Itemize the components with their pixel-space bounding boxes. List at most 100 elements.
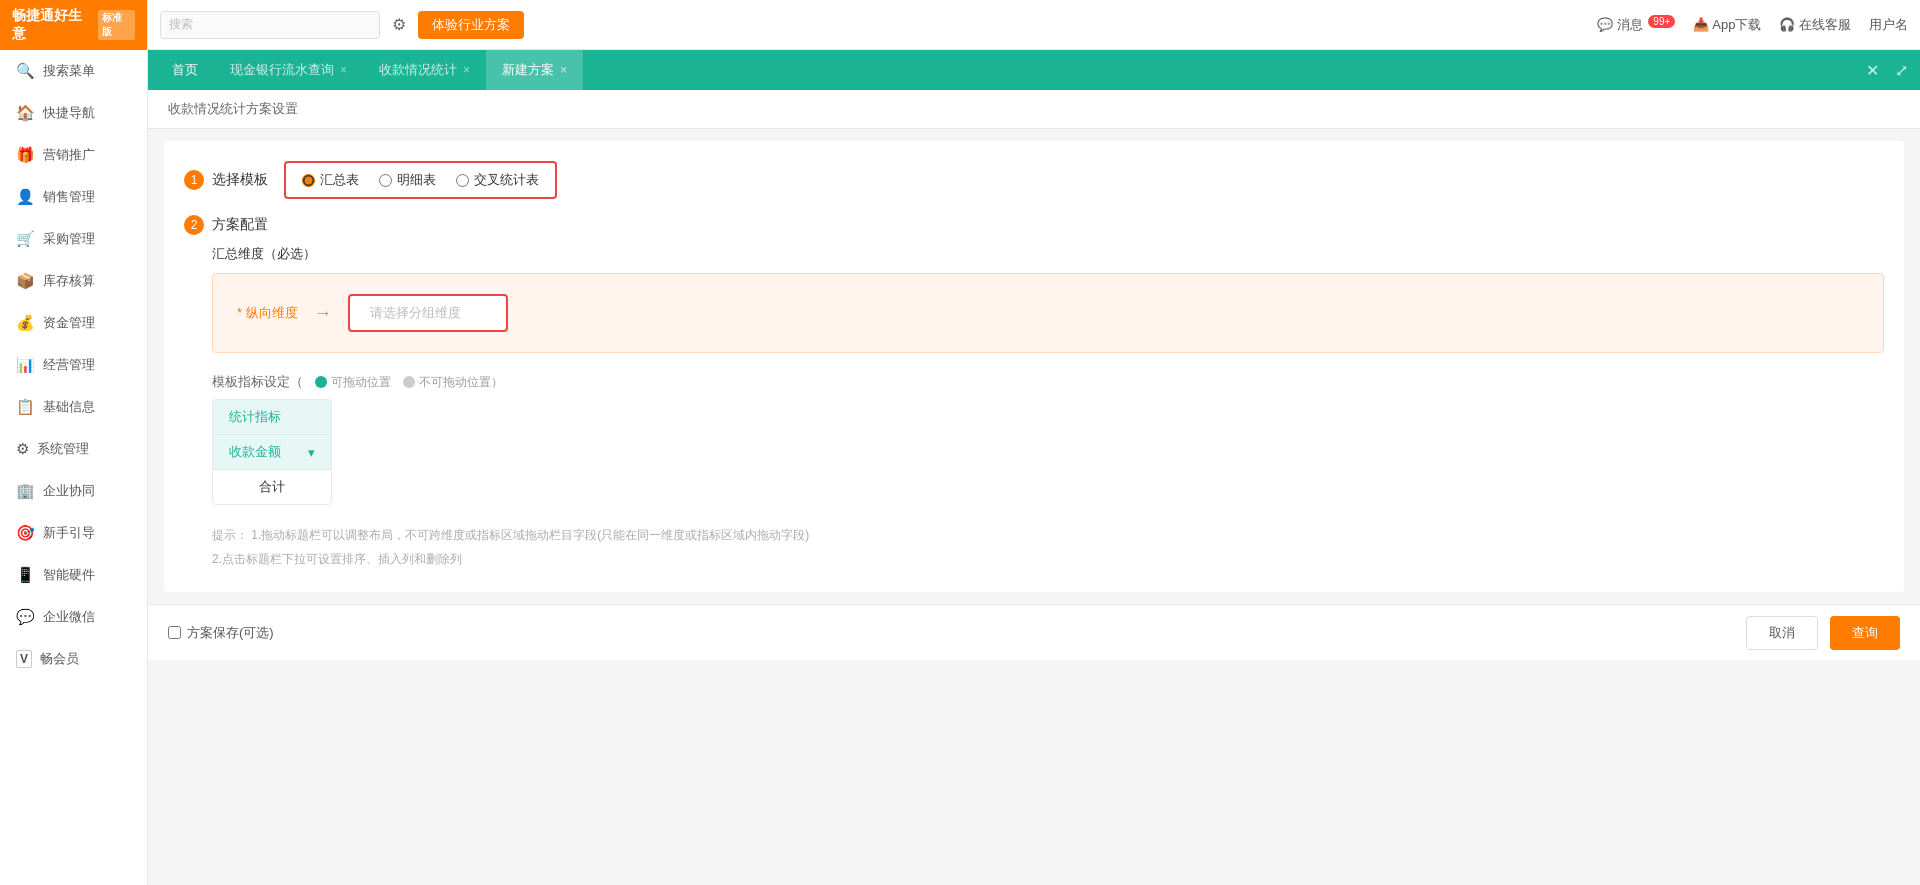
tab-new-plan-close[interactable]: ×	[560, 63, 567, 77]
sidebar: 畅捷通好生意 标准版 🔍 搜索菜单 🏠 快捷导航 🎁 营销推广 👤 销售管理 🛒…	[0, 0, 148, 885]
sidebar-item-label: 企业协同	[43, 482, 95, 500]
metrics-metric-name[interactable]: 收款金额 ▾	[213, 435, 331, 470]
stats-label: 统计指标	[229, 408, 281, 426]
money-icon: 💰	[16, 314, 35, 332]
step1-row: 1 选择模板 汇总表 明细表 交叉统计表	[184, 161, 1884, 199]
dropdown-icon: ▾	[308, 445, 315, 460]
tip-2: 2.点击标题栏下拉可设置排序、插入列和删除列	[212, 549, 1884, 571]
clipboard-icon: 📋	[16, 398, 35, 416]
tab-bank-flow[interactable]: 现金银行流水查询 ×	[214, 50, 363, 90]
content-area: 收款情况统计方案设置 1 选择模板 汇总表 明细表	[148, 90, 1920, 885]
step1-label: 选择模板	[212, 171, 268, 189]
radio-summary[interactable]: 汇总表	[302, 171, 359, 189]
sidebar-item-operation[interactable]: 📊 经营管理	[0, 344, 147, 386]
radio-detail[interactable]: 明细表	[379, 171, 436, 189]
query-button[interactable]: 查询	[1830, 616, 1900, 650]
topbar: 搜索 ⚙ 体验行业方案 💬 消息 99+ 📥 App下载 🎧 在线客服 用户名	[148, 0, 1920, 50]
dimension-select[interactable]: 请选择分组维度	[348, 294, 508, 332]
sidebar-item-label: 采购管理	[43, 230, 95, 248]
app-logo: 畅捷通好生意 标准版	[0, 0, 147, 50]
service-label: 在线客服	[1799, 17, 1851, 32]
fixed-dot	[403, 376, 415, 388]
app-download-area[interactable]: 📥 App下载	[1693, 16, 1761, 34]
tabbar-actions: ✕ ⤢	[1862, 57, 1912, 84]
tip-1: 提示： 1.拖动标题栏可以调整布局，不可跨维度或指标区域拖动栏目字段(只能在同一…	[212, 525, 1884, 547]
home-icon: 🏠	[16, 104, 35, 122]
service-icon: 🎧	[1779, 17, 1795, 32]
main-area: 搜索 ⚙ 体验行业方案 💬 消息 99+ 📥 App下载 🎧 在线客服 用户名	[148, 0, 1920, 885]
sidebar-item-sales[interactable]: 👤 销售管理	[0, 176, 147, 218]
cancel-button[interactable]: 取消	[1746, 616, 1818, 650]
step2-badge: 2	[184, 215, 204, 235]
sidebar-item-label: 企业微信	[43, 608, 95, 626]
sidebar-item-member[interactable]: V 畅会员	[0, 638, 147, 680]
search-input-area[interactable]: 搜索	[160, 11, 380, 39]
sidebar-item-quick-nav[interactable]: 🏠 快捷导航	[0, 92, 147, 134]
download-label: App下载	[1712, 17, 1761, 32]
metric-name: 收款金额	[229, 443, 281, 461]
sidebar-item-basic-info[interactable]: 📋 基础信息	[0, 386, 147, 428]
settings-icon[interactable]: ⚙	[392, 15, 406, 34]
sidebar-item-enterprise[interactable]: 🏢 企业协同	[0, 470, 147, 512]
industry-button[interactable]: 体验行业方案	[418, 11, 524, 39]
metrics-total: 合计	[213, 470, 331, 504]
metrics-label-text: 模板指标设定（	[212, 373, 303, 391]
notification-area[interactable]: 💬 消息 99+	[1597, 16, 1675, 34]
close-window-icon[interactable]: ✕	[1862, 57, 1883, 84]
search-icon: 🔍	[16, 62, 35, 80]
sidebar-item-guide[interactable]: 🎯 新手引导	[0, 512, 147, 554]
sidebar-item-label: 快捷导航	[43, 104, 95, 122]
message-icon: 💬	[1597, 17, 1613, 32]
tab-receivables-label: 收款情况统计	[379, 61, 457, 79]
app-badge: 标准版	[98, 10, 135, 40]
sidebar-item-label: 基础信息	[43, 398, 95, 416]
fixed-label: 不可拖动位置）	[419, 374, 503, 391]
sidebar-item-marketing[interactable]: 🎁 营销推广	[0, 134, 147, 176]
tab-receivables-close[interactable]: ×	[463, 63, 470, 77]
download-icon: 📥	[1693, 17, 1709, 32]
radio-detail-label: 明细表	[397, 171, 436, 189]
sidebar-item-purchase[interactable]: 🛒 采购管理	[0, 218, 147, 260]
chat-icon: 💬	[16, 608, 35, 626]
fixed-indicator: 不可拖动位置）	[403, 374, 503, 391]
user-name: 用户名	[1869, 17, 1908, 32]
sidebar-item-label: 资金管理	[43, 314, 95, 332]
notification-label: 消息	[1617, 17, 1643, 32]
tab-home[interactable]: 首页	[156, 50, 214, 90]
maximize-icon[interactable]: ⤢	[1891, 57, 1912, 84]
save-checkbox[interactable]	[168, 626, 181, 639]
sidebar-item-wechat[interactable]: 💬 企业微信	[0, 596, 147, 638]
tab-home-label: 首页	[172, 61, 198, 79]
sidebar-item-label: 营销推广	[43, 146, 95, 164]
settings-card: 1 选择模板 汇总表 明细表 交叉统计表	[164, 141, 1904, 592]
tabbar: 首页 现金银行流水查询 × 收款情况统计 × 新建方案 × ✕ ⤢	[148, 50, 1920, 90]
bottombar: 方案保存(可选) 取消 查询	[148, 604, 1920, 660]
online-service-area[interactable]: 🎧 在线客服	[1779, 16, 1851, 34]
tab-receivables[interactable]: 收款情况统计 ×	[363, 50, 486, 90]
user-icon: 👤	[16, 188, 35, 206]
sidebar-item-hardware[interactable]: 📱 智能硬件	[0, 554, 147, 596]
tab-bank-flow-close[interactable]: ×	[340, 63, 347, 77]
radio-summary-label: 汇总表	[320, 171, 359, 189]
gear-icon: ⚙	[16, 440, 29, 458]
sidebar-item-search-menu[interactable]: 🔍 搜索菜单	[0, 50, 147, 92]
tab-new-plan[interactable]: 新建方案 ×	[486, 50, 583, 90]
sidebar-item-inventory[interactable]: 📦 库存核算	[0, 260, 147, 302]
sidebar-item-system[interactable]: ⚙ 系统管理	[0, 428, 147, 470]
sidebar-item-finance[interactable]: 💰 资金管理	[0, 302, 147, 344]
radio-cross-label: 交叉统计表	[474, 171, 539, 189]
arrow-icon: →	[314, 303, 332, 324]
movable-indicator: 可拖动位置	[315, 374, 391, 391]
step2-row: 2 方案配置	[184, 215, 1884, 235]
app-name: 畅捷通好生意	[12, 7, 94, 43]
sidebar-item-label: 新手引导	[43, 524, 95, 542]
radio-cross[interactable]: 交叉统计表	[456, 171, 539, 189]
movable-label: 可拖动位置	[331, 374, 391, 391]
step2-label: 方案配置	[212, 216, 268, 234]
sidebar-item-label: 经营管理	[43, 356, 95, 374]
user-info[interactable]: 用户名	[1869, 16, 1908, 34]
vertical-dimension-label: * 纵向维度	[237, 304, 298, 322]
bottombar-buttons: 取消 查询	[1746, 616, 1900, 650]
sidebar-item-label: 销售管理	[43, 188, 95, 206]
save-checkbox-area[interactable]: 方案保存(可选)	[168, 624, 274, 642]
